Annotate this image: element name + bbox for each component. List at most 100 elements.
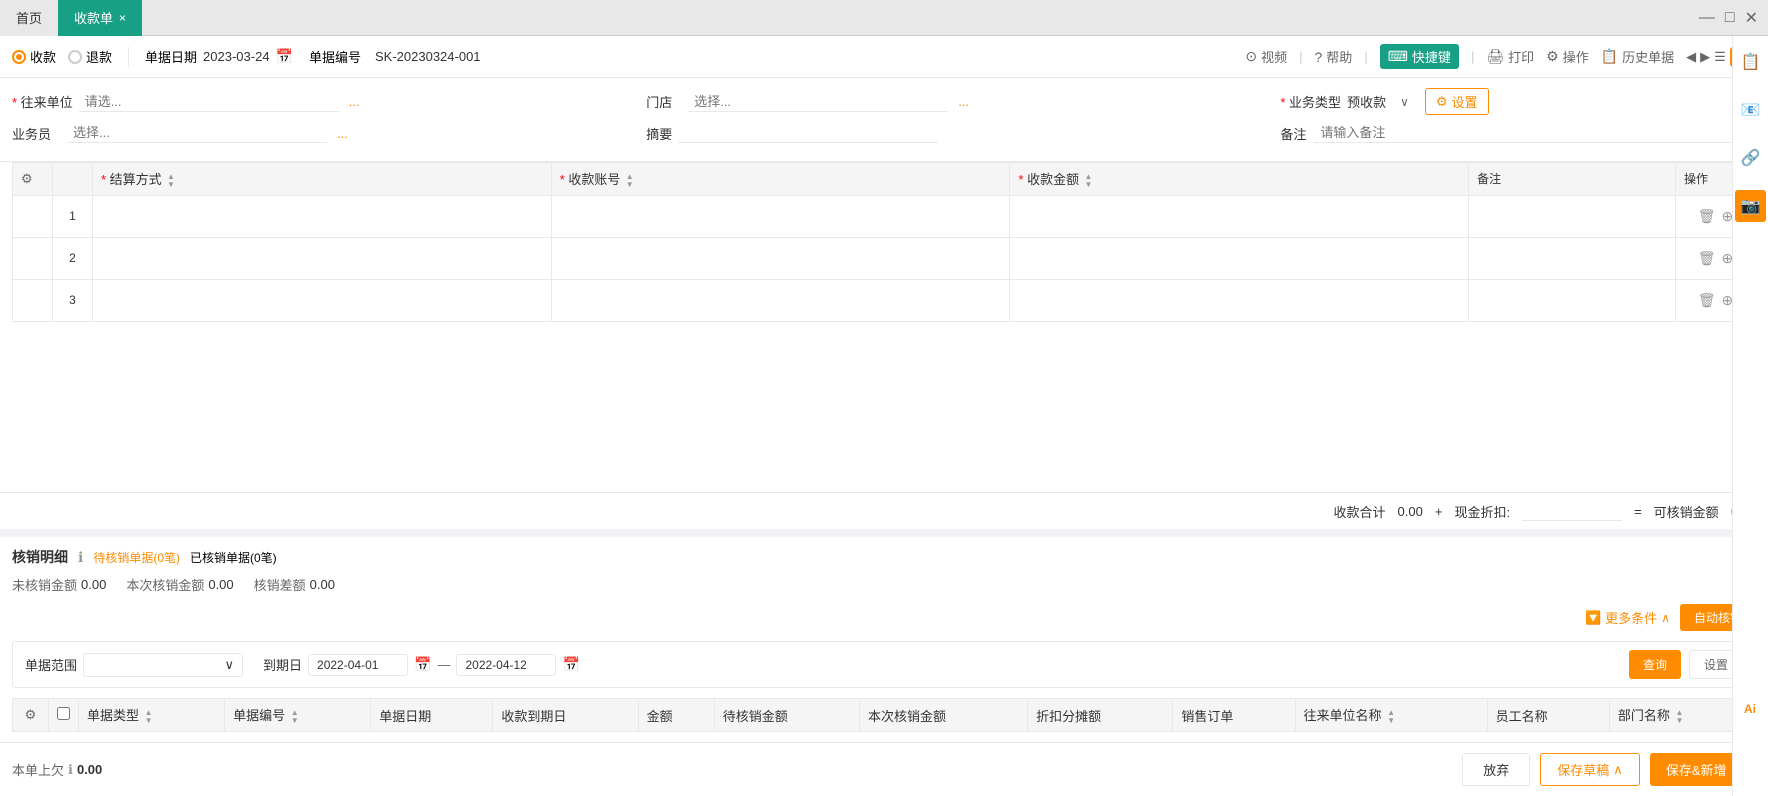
print-btn[interactable]: 🖨 打印	[1486, 47, 1534, 66]
nav-next-icon[interactable]: ▶	[1700, 49, 1710, 65]
operations-btn[interactable]: ⚙ 操作	[1546, 47, 1589, 66]
tab-close-icon[interactable]: ×	[119, 11, 126, 25]
select-all-checkbox[interactable]	[57, 707, 70, 720]
delete-icon-3[interactable]: 🗑	[1698, 292, 1716, 309]
table-row: 3 🗑 ⊕	[13, 279, 1756, 321]
table-header-row: ⚙ 结算方式 ▲▼ 收款账号 ▲▼ 收款金额 ▲▼ 备注	[13, 163, 1756, 196]
footer-right: 放弃 保存草稿 ∧ 保存&新增 ∧	[1462, 753, 1756, 786]
sidebar-camera-icon[interactable]: 📷	[1735, 190, 1767, 222]
td-row2-account[interactable]	[551, 237, 1010, 279]
sidebar-email-icon[interactable]: 📧	[1735, 94, 1767, 126]
draft-arrow-icon: ∧	[1613, 762, 1623, 778]
footer-left: 本单上欠 ℹ 0.00	[12, 760, 102, 779]
bth-check	[49, 699, 79, 732]
staff-label: 业务员	[12, 124, 51, 143]
operations-icon: ⚙	[1546, 48, 1559, 65]
remark-input[interactable]	[1314, 123, 1750, 143]
filter-icon: 🔽	[1585, 610, 1601, 626]
table-row: 1 🗑 ⊕	[13, 195, 1756, 237]
window-minimize-icon[interactable]: —	[1699, 9, 1715, 27]
date-value: 2023-03-24	[203, 49, 270, 64]
tab-home[interactable]: 首页	[0, 0, 58, 36]
verify-toolbar: 🔽 更多条件 ∧ 自动核销	[12, 604, 1756, 631]
settings-button[interactable]: ⚙ 设置	[1425, 88, 1489, 115]
remark-field: 备注	[1280, 123, 1756, 143]
save-new-label: 保存&新增	[1666, 760, 1727, 779]
footer-label: 本单上欠	[12, 760, 64, 779]
due-date-label: 到期日	[263, 655, 302, 674]
store-more-icon[interactable]: ...	[958, 94, 969, 109]
td-row1-remark[interactable]	[1469, 195, 1676, 237]
draft-button[interactable]: 保存草稿 ∧	[1540, 753, 1640, 786]
due-date-filter: 到期日 📅 — 📅	[263, 654, 580, 676]
dropdown-arrow-icon[interactable]: ∨	[1400, 95, 1409, 109]
store-input[interactable]	[688, 92, 948, 112]
td-row2-settlement[interactable]	[93, 237, 552, 279]
help-btn[interactable]: ? 帮助	[1315, 47, 1353, 66]
store-field: 门店 ...	[646, 92, 1280, 112]
footer-value: 0.00	[77, 762, 102, 777]
sidebar-link-icon[interactable]: 🔗	[1735, 142, 1767, 174]
delete-icon-2[interactable]: 🗑	[1698, 250, 1716, 267]
nav-list-icon[interactable]: ☰	[1714, 49, 1726, 65]
help-label: 帮助	[1326, 47, 1352, 66]
counterparty-input[interactable]	[79, 92, 339, 112]
window-close-icon[interactable]: ✕	[1745, 8, 1758, 28]
radio-receipt[interactable]: 收款	[12, 47, 56, 66]
bottom-gear-icon[interactable]: ⚙	[25, 707, 37, 722]
to-date-input[interactable]	[456, 654, 556, 676]
table-row: 2 🗑 ⊕	[13, 237, 1756, 279]
print-icon: 🖨	[1486, 48, 1504, 65]
shortcut-label: 快捷键	[1412, 47, 1451, 66]
td-row3-amount[interactable]	[1010, 279, 1469, 321]
stat-uncancelled-label: 未核销金额	[12, 575, 77, 594]
plus-label: +	[1435, 504, 1443, 519]
from-date-calendar-icon[interactable]: 📅	[414, 656, 431, 673]
history-btn[interactable]: 📋 历史单据	[1601, 47, 1674, 66]
calendar-icon[interactable]: 📅	[276, 48, 293, 65]
td-row2-remark[interactable]	[1469, 237, 1676, 279]
number-value: SK-20230324-001	[375, 49, 481, 64]
window-maximize-icon[interactable]: □	[1725, 9, 1735, 27]
table-gear-icon[interactable]: ⚙	[21, 171, 33, 186]
footer-info-icon[interactable]: ℹ	[68, 762, 73, 778]
bth-doc-date: 单据日期	[371, 699, 493, 732]
stat-this-verify-value: 0.00	[208, 577, 233, 592]
staff-input[interactable]	[67, 123, 327, 143]
summary-input[interactable]	[678, 123, 938, 143]
from-date-input[interactable]	[308, 654, 408, 676]
counterparty-more-icon[interactable]: ...	[349, 94, 360, 109]
staff-more-icon[interactable]: ...	[337, 126, 348, 141]
to-date-calendar-icon[interactable]: 📅	[562, 656, 579, 673]
chevron-up-icon: ∧	[1661, 611, 1670, 625]
query-button[interactable]: 查询	[1629, 650, 1681, 679]
table-section: ⚙ 结算方式 ▲▼ 收款账号 ▲▼ 收款金额 ▲▼ 备注	[0, 162, 1768, 492]
radio-refund[interactable]: 退款	[68, 47, 112, 66]
completed-tab-link[interactable]: 已核销单据(0笔)	[190, 549, 277, 566]
bth-doc-num: 单据编号 ▲▼	[225, 699, 371, 732]
discard-button[interactable]: 放弃	[1462, 753, 1530, 786]
shortcut-btn[interactable]: ⌨ 快捷键	[1380, 44, 1459, 69]
ai-label[interactable]: Ai	[1744, 702, 1756, 716]
range-select[interactable]: ∨	[83, 653, 243, 677]
tab-active[interactable]: 收款单 ×	[58, 0, 142, 36]
number-label: 单据编号	[309, 47, 361, 66]
td-row3-account[interactable]	[551, 279, 1010, 321]
td-row1-settlement[interactable]	[93, 195, 552, 237]
pending-tab-link[interactable]: 待核销单据(0笔)	[93, 549, 180, 566]
section-info-icon[interactable]: ℹ	[78, 549, 83, 566]
nav-prev-icon[interactable]: ◀	[1686, 49, 1696, 65]
discount-input[interactable]	[1522, 501, 1622, 521]
video-btn[interactable]: ⊙ 视频	[1245, 47, 1287, 66]
sidebar-table-icon[interactable]: 📋	[1735, 46, 1767, 78]
bth-amount: 金额	[638, 699, 714, 732]
delete-icon-1[interactable]: 🗑	[1698, 208, 1716, 225]
counterparty-field: 往来单位 ...	[12, 92, 646, 112]
td-row3-settlement[interactable]	[93, 279, 552, 321]
td-row1-account[interactable]	[551, 195, 1010, 237]
td-row2-amount[interactable]	[1010, 237, 1469, 279]
more-conditions-btn[interactable]: 🔽 更多条件 ∧	[1585, 608, 1670, 627]
td-row3-remark[interactable]	[1469, 279, 1676, 321]
toolbar: 收款 退款 单据日期 2023-03-24 📅 单据编号 SK-20230324…	[0, 36, 1768, 78]
td-row1-amount[interactable]	[1010, 195, 1469, 237]
